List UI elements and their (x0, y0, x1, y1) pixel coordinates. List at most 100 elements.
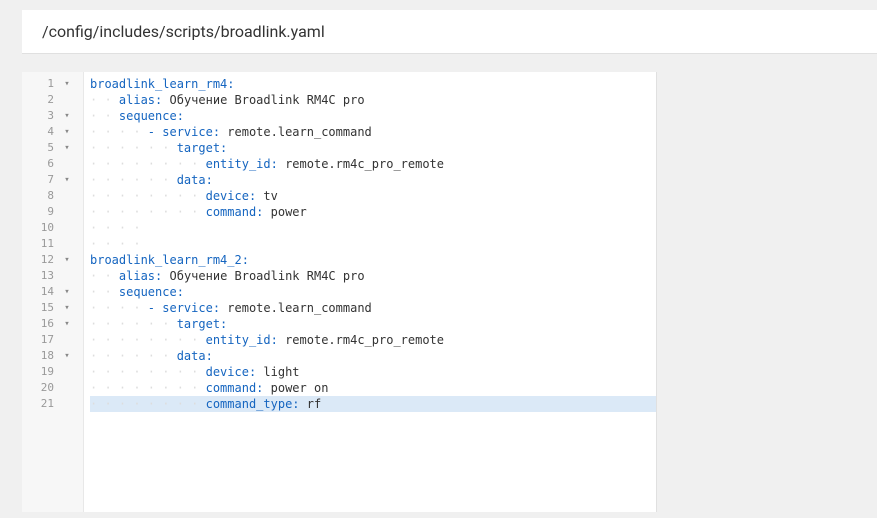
gutter-line: 11 (22, 236, 83, 252)
fold-marker-icon[interactable]: ▾ (60, 76, 74, 92)
code-line[interactable]: · · · · · · · · command_type: rf (90, 396, 656, 412)
line-number: 20 (22, 380, 60, 396)
line-number: 19 (22, 364, 60, 380)
yaml-value: tv (256, 189, 278, 203)
gutter-line: 2 (22, 92, 83, 108)
gutter-line: 4▾ (22, 124, 83, 140)
code-line[interactable]: · · · · · · · · entity_id: remote.rm4c_p… (90, 156, 656, 172)
line-number: 15 (22, 300, 60, 316)
yaml-value: remote.learn_command (220, 125, 372, 139)
line-number: 1 (22, 76, 60, 92)
indent-guides: · · (90, 93, 119, 107)
gutter-line: 9 (22, 204, 83, 220)
line-number: 14 (22, 284, 60, 300)
code-line[interactable]: broadlink_learn_rm4: (90, 76, 656, 92)
yaml-value: remote.rm4c_pro_remote (278, 333, 444, 347)
fold-marker-icon (60, 268, 74, 284)
fold-marker-icon[interactable]: ▾ (60, 108, 74, 124)
yaml-value: power (263, 205, 306, 219)
indent-guides: · · (90, 109, 119, 123)
code-line[interactable]: · · alias: Обучение Broadlink RM4C pro (90, 92, 656, 108)
line-number: 12 (22, 252, 60, 268)
line-number: 16 (22, 316, 60, 332)
code-line[interactable]: · · sequence: (90, 108, 656, 124)
line-number: 21 (22, 396, 60, 412)
code-line[interactable]: · · · · - service: remote.learn_command (90, 300, 656, 316)
yaml-dash: - (148, 301, 162, 315)
gutter-line: 20 (22, 380, 83, 396)
code-line[interactable]: · · · · · · target: (90, 316, 656, 332)
indent-guides: · · · · · · (90, 317, 177, 331)
code-line[interactable]: · · · · (90, 220, 656, 236)
code-line[interactable]: · · · · · · · · entity_id: remote.rm4c_p… (90, 332, 656, 348)
code-line[interactable]: broadlink_learn_rm4_2: (90, 252, 656, 268)
fold-marker-icon[interactable]: ▾ (60, 316, 74, 332)
yaml-key: device: (206, 365, 257, 379)
indent-guides: · · · · · · · · (90, 397, 206, 411)
gutter-line: 13 (22, 268, 83, 284)
yaml-value: light (256, 365, 299, 379)
line-number: 10 (22, 220, 60, 236)
gutter-line: 14▾ (22, 284, 83, 300)
gutter-line: 12▾ (22, 252, 83, 268)
yaml-value: remote.rm4c_pro_remote (278, 157, 444, 171)
fold-marker-icon[interactable]: ▾ (60, 140, 74, 156)
gutter-line: 3▾ (22, 108, 83, 124)
line-number: 11 (22, 236, 60, 252)
fold-marker-icon[interactable]: ▾ (60, 284, 74, 300)
code-line[interactable]: · · · · · · · · device: tv (90, 188, 656, 204)
line-number: 6 (22, 156, 60, 172)
yaml-key: entity_id: (206, 333, 278, 347)
yaml-key: command: (206, 205, 264, 219)
code-line[interactable]: · · sequence: (90, 284, 656, 300)
gutter-line: 5▾ (22, 140, 83, 156)
yaml-key: entity_id: (206, 157, 278, 171)
fold-marker-icon[interactable]: ▾ (60, 348, 74, 364)
code-line[interactable]: · · · · · · data: (90, 348, 656, 364)
line-number: 2 (22, 92, 60, 108)
code-editor[interactable]: 1▾23▾4▾5▾67▾89101112▾1314▾15▾16▾1718▾192… (22, 72, 657, 512)
fold-marker-icon[interactable]: ▾ (60, 252, 74, 268)
indent-guides: · · · · · · · · (90, 333, 206, 347)
indent-guides: · · · · · · (90, 173, 177, 187)
gutter-line: 7▾ (22, 172, 83, 188)
indent-guides: · · · · · · · · (90, 205, 206, 219)
code-line[interactable]: · · · · · · · · command: power on (90, 380, 656, 396)
line-number: 4 (22, 124, 60, 140)
code-line[interactable]: · · · · - service: remote.learn_command (90, 124, 656, 140)
yaml-key: broadlink_learn_rm4_2: (90, 253, 249, 267)
fold-marker-icon (60, 380, 74, 396)
code-area[interactable]: broadlink_learn_rm4:· · alias: Обучение … (84, 72, 656, 512)
file-path-header: /config/includes/scripts/broadlink.yaml (22, 10, 877, 54)
code-line[interactable]: · · · · · · · · command: power (90, 204, 656, 220)
code-line[interactable]: · · · · · · · · device: light (90, 364, 656, 380)
indent-guides: · · (90, 285, 119, 299)
fold-marker-icon[interactable]: ▾ (60, 300, 74, 316)
yaml-key: sequence: (119, 109, 184, 123)
fold-marker-icon (60, 220, 74, 236)
code-line[interactable]: · · alias: Обучение Broadlink RM4C pro (90, 268, 656, 284)
code-line[interactable]: · · · · · · data: (90, 172, 656, 188)
yaml-key: alias: (119, 93, 162, 107)
yaml-key: target: (177, 141, 228, 155)
indent-guides: · · · · · · (90, 141, 177, 155)
fold-marker-icon[interactable]: ▾ (60, 172, 74, 188)
indent-guides: · · · · · · · · (90, 381, 206, 395)
yaml-key: command: (206, 381, 264, 395)
indent-guides: · · · · · · · · (90, 189, 206, 203)
code-line[interactable]: · · · · (90, 236, 656, 252)
yaml-key: broadlink_learn_rm4: (90, 77, 235, 91)
indent-guides: · · · · · · · · (90, 157, 206, 171)
code-line[interactable]: · · · · · · target: (90, 140, 656, 156)
line-number: 5 (22, 140, 60, 156)
file-path: /config/includes/scripts/broadlink.yaml (42, 22, 325, 41)
gutter-line: 1▾ (22, 76, 83, 92)
gutter-line: 18▾ (22, 348, 83, 364)
fold-marker-icon (60, 396, 74, 412)
fold-marker-icon[interactable]: ▾ (60, 124, 74, 140)
yaml-key: command_type: (206, 397, 300, 411)
yaml-value: Обучение Broadlink RM4C pro (162, 93, 364, 107)
yaml-key: data: (177, 173, 213, 187)
yaml-value: remote.learn_command (220, 301, 372, 315)
fold-marker-icon (60, 364, 74, 380)
